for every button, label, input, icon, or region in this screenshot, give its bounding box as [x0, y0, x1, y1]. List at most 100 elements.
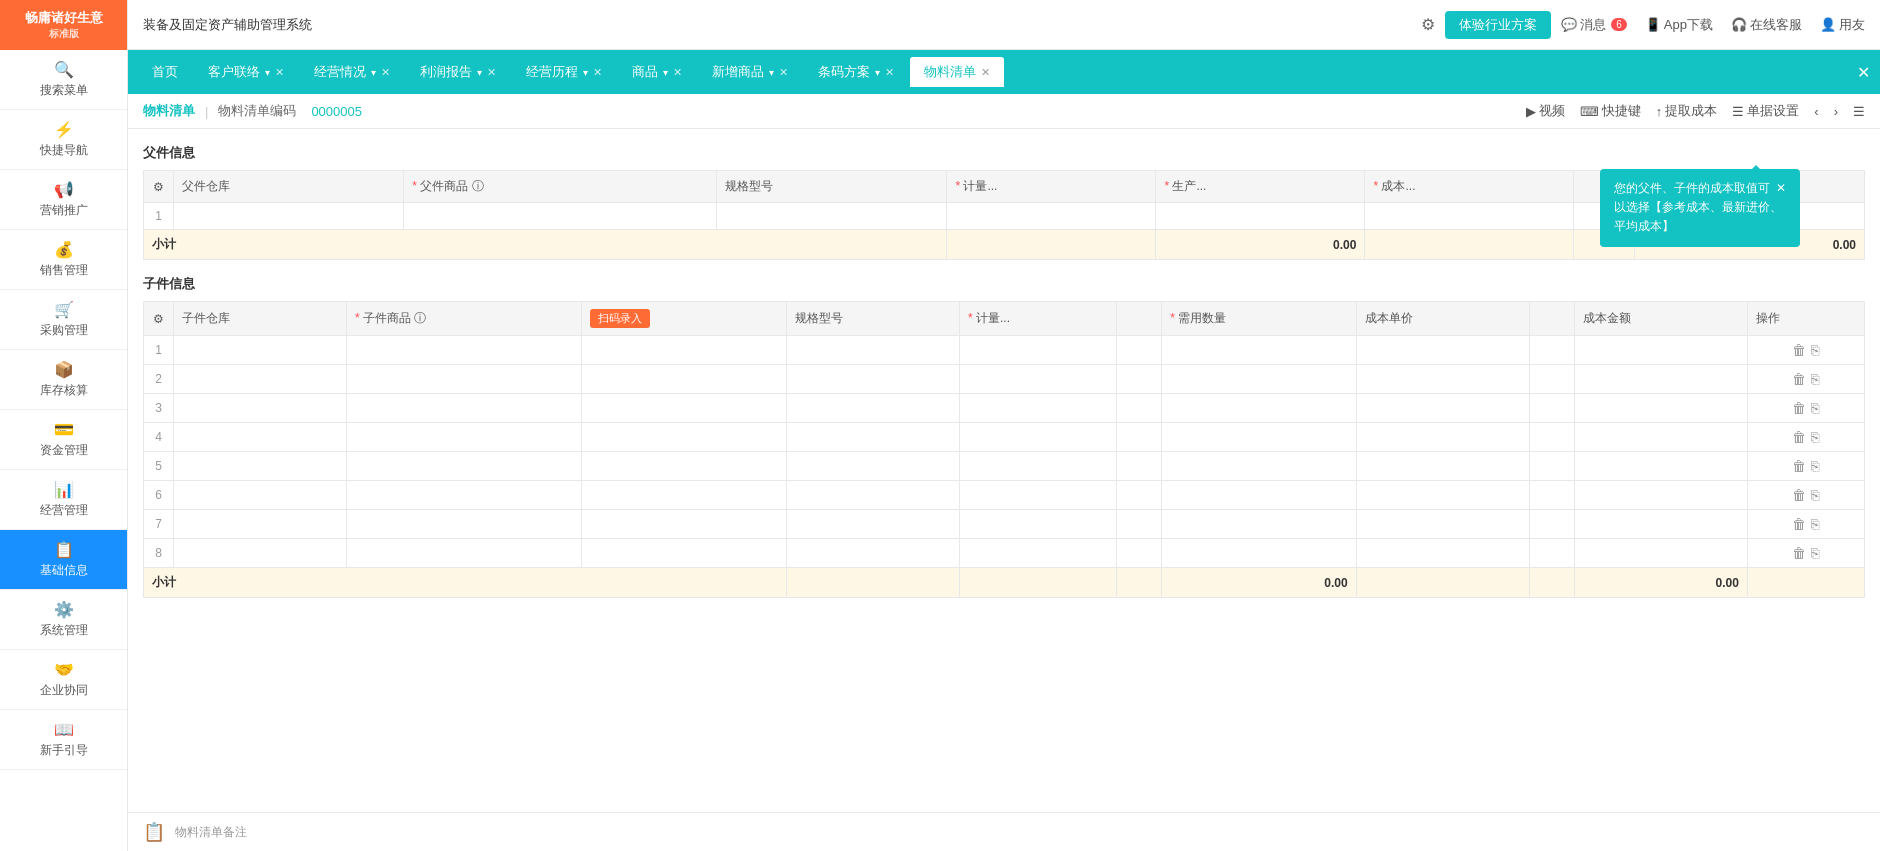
close-tab-icon[interactable]: ✕ — [275, 66, 284, 79]
copy-icon[interactable]: ⎘ — [1811, 516, 1819, 532]
video-btn[interactable]: ▶ 视频 — [1526, 102, 1565, 120]
messages-btn[interactable]: 💬 消息 6 — [1561, 16, 1627, 34]
settings-icon[interactable]: ⚙ — [1421, 15, 1435, 34]
child-unit-price-cell[interactable] — [1356, 452, 1529, 481]
child-unit-cell[interactable] — [960, 394, 1117, 423]
child-unit-cell[interactable] — [960, 452, 1117, 481]
child-spec-cell[interactable] — [787, 394, 960, 423]
tab-bom[interactable]: 物料清单 ✕ — [910, 57, 1004, 87]
sidebar-item-search[interactable]: 🔍 搜索菜单 — [0, 50, 127, 110]
tab-barcode[interactable]: 条码方案 ▾ ✕ — [804, 57, 908, 87]
child-warehouse-cell[interactable] — [174, 539, 347, 568]
extract-cost-btn[interactable]: ↑ 提取成本 — [1656, 102, 1718, 120]
online-service-btn[interactable]: 🎧 在线客服 — [1731, 16, 1802, 34]
child-goods-cell[interactable] — [346, 365, 581, 394]
delete-icon[interactable]: 🗑 — [1792, 458, 1806, 474]
sidebar-item-inventory[interactable]: 📦 库存核算 — [0, 350, 127, 410]
child-unit-price-cell[interactable] — [1356, 336, 1529, 365]
child-qty-cell[interactable] — [1162, 452, 1356, 481]
nav-prev-btn[interactable]: ‹ — [1814, 104, 1818, 119]
tab-history[interactable]: 经营历程 ▾ ✕ — [512, 57, 616, 87]
sidebar-item-operations[interactable]: 📊 经营管理 — [0, 470, 127, 530]
sidebar-item-guide[interactable]: 📖 新手引导 — [0, 710, 127, 770]
sidebar-item-system[interactable]: ⚙️ 系统管理 — [0, 590, 127, 650]
child-qty-cell[interactable] — [1162, 365, 1356, 394]
child-warehouse-cell[interactable] — [174, 452, 347, 481]
parent-spec-cell[interactable] — [717, 203, 947, 230]
tab-customer[interactable]: 客户联络 ▾ ✕ — [194, 57, 298, 87]
child-warehouse-cell[interactable] — [174, 336, 347, 365]
child-spec-cell[interactable] — [787, 452, 960, 481]
close-tab-icon[interactable]: ✕ — [885, 66, 894, 79]
delete-icon[interactable]: 🗑 — [1792, 342, 1806, 358]
tab-home[interactable]: 首页 — [138, 57, 192, 87]
close-tab-icon[interactable]: ✕ — [981, 66, 990, 79]
delete-icon[interactable]: 🗑 — [1792, 487, 1806, 503]
delete-icon[interactable]: 🗑 — [1792, 400, 1806, 416]
child-col-scan[interactable]: 扫码录入 — [582, 302, 787, 336]
child-qty-cell[interactable] — [1162, 336, 1356, 365]
copy-icon[interactable]: ⎘ — [1811, 400, 1819, 416]
tab-new-goods[interactable]: 新增商品 ▾ ✕ — [698, 57, 802, 87]
shortcut-btn[interactable]: ⌨ 快捷键 — [1580, 102, 1641, 120]
child-goods-cell[interactable] — [346, 539, 581, 568]
parent-col-settings[interactable]: ⚙ — [144, 171, 174, 203]
child-unit-cell[interactable] — [960, 365, 1117, 394]
child-spec-cell[interactable] — [787, 365, 960, 394]
child-goods-cell[interactable] — [346, 481, 581, 510]
child-goods-cell[interactable] — [346, 423, 581, 452]
sidebar-item-enterprise[interactable]: 🤝 企业协同 — [0, 650, 127, 710]
child-qty-cell[interactable] — [1162, 539, 1356, 568]
child-unit-cell[interactable] — [960, 539, 1117, 568]
close-tab-icon[interactable]: ✕ — [381, 66, 390, 79]
child-spec-cell[interactable] — [787, 481, 960, 510]
child-unit-cell[interactable] — [960, 510, 1117, 539]
experience-btn[interactable]: 体验行业方案 — [1445, 11, 1551, 39]
app-download-btn[interactable]: 📱 App下载 — [1645, 16, 1713, 34]
copy-icon[interactable]: ⎘ — [1811, 371, 1819, 387]
sidebar-item-sales[interactable]: 💰 销售管理 — [0, 230, 127, 290]
child-goods-cell[interactable] — [346, 452, 581, 481]
child-warehouse-cell[interactable] — [174, 365, 347, 394]
child-unit-price-cell[interactable] — [1356, 481, 1529, 510]
grid-view-btn[interactable]: ☰ — [1853, 104, 1865, 119]
delete-icon[interactable]: 🗑 — [1792, 371, 1806, 387]
child-unit-price-cell[interactable] — [1356, 510, 1529, 539]
breadcrumb-bom[interactable]: 物料清单 — [143, 102, 195, 120]
child-goods-cell[interactable] — [346, 510, 581, 539]
child-spec-cell[interactable] — [787, 539, 960, 568]
sidebar-item-purchase[interactable]: 🛒 采购管理 — [0, 290, 127, 350]
child-spec-cell[interactable] — [787, 336, 960, 365]
child-spec-cell[interactable] — [787, 423, 960, 452]
child-unit-cell[interactable] — [960, 423, 1117, 452]
copy-icon[interactable]: ⎘ — [1811, 429, 1819, 445]
child-goods-cell[interactable] — [346, 336, 581, 365]
delete-icon[interactable]: 🗑 — [1792, 429, 1806, 445]
tab-goods[interactable]: 商品 ▾ ✕ — [618, 57, 696, 87]
copy-icon[interactable]: ⎘ — [1811, 342, 1819, 358]
sidebar-item-marketing[interactable]: 📢 营销推广 — [0, 170, 127, 230]
user-menu[interactable]: 👤 用友 — [1820, 16, 1865, 34]
scan-btn[interactable]: 扫码录入 — [590, 309, 650, 328]
child-unit-price-cell[interactable] — [1356, 539, 1529, 568]
close-tab-icon[interactable]: ✕ — [779, 66, 788, 79]
parent-production-cell[interactable] — [1156, 203, 1365, 230]
nav-next-btn[interactable]: › — [1834, 104, 1838, 119]
tab-operations[interactable]: 经营情况 ▾ ✕ — [300, 57, 404, 87]
close-all-btn[interactable]: ✕ — [1857, 63, 1870, 82]
child-col-settings[interactable]: ⚙ — [144, 302, 174, 336]
tab-profit[interactable]: 利润报告 ▾ ✕ — [406, 57, 510, 87]
child-spec-cell[interactable] — [787, 510, 960, 539]
child-qty-cell[interactable] — [1162, 481, 1356, 510]
child-unit-price-cell[interactable] — [1356, 365, 1529, 394]
sidebar-item-basic-info[interactable]: 📋 基础信息 — [0, 530, 127, 590]
tooltip-close-btn[interactable]: ✕ — [1776, 179, 1786, 198]
parent-goods-cell[interactable] — [404, 203, 717, 230]
child-qty-cell[interactable] — [1162, 510, 1356, 539]
single-setting-btn[interactable]: ☰ 单据设置 — [1732, 102, 1799, 120]
child-warehouse-cell[interactable] — [174, 510, 347, 539]
child-unit-price-cell[interactable] — [1356, 423, 1529, 452]
child-unit-cell[interactable] — [960, 336, 1117, 365]
delete-icon[interactable]: 🗑 — [1792, 516, 1806, 532]
child-warehouse-cell[interactable] — [174, 481, 347, 510]
